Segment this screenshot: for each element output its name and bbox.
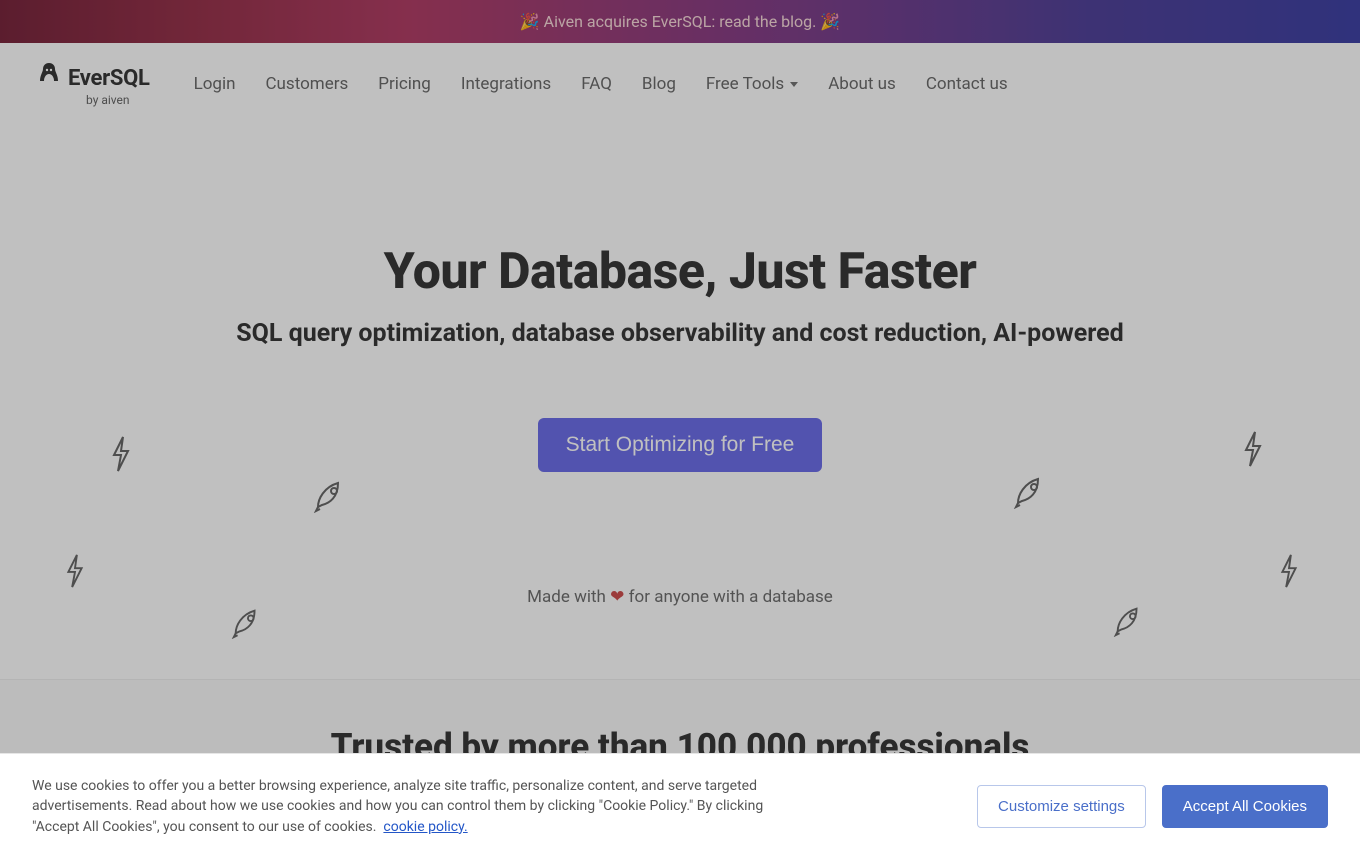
cookie-banner: We use cookies to offer you a better bro… [0,753,1360,859]
cookie-actions: Customize settings Accept All Cookies [977,785,1328,828]
cookie-policy-link[interactable]: cookie policy. [383,819,467,835]
modal-scrim[interactable] [0,0,1360,859]
accept-all-cookies-button[interactable]: Accept All Cookies [1162,785,1328,828]
customize-settings-button[interactable]: Customize settings [977,785,1146,828]
cookie-text: We use cookies to offer you a better bro… [32,776,812,837]
